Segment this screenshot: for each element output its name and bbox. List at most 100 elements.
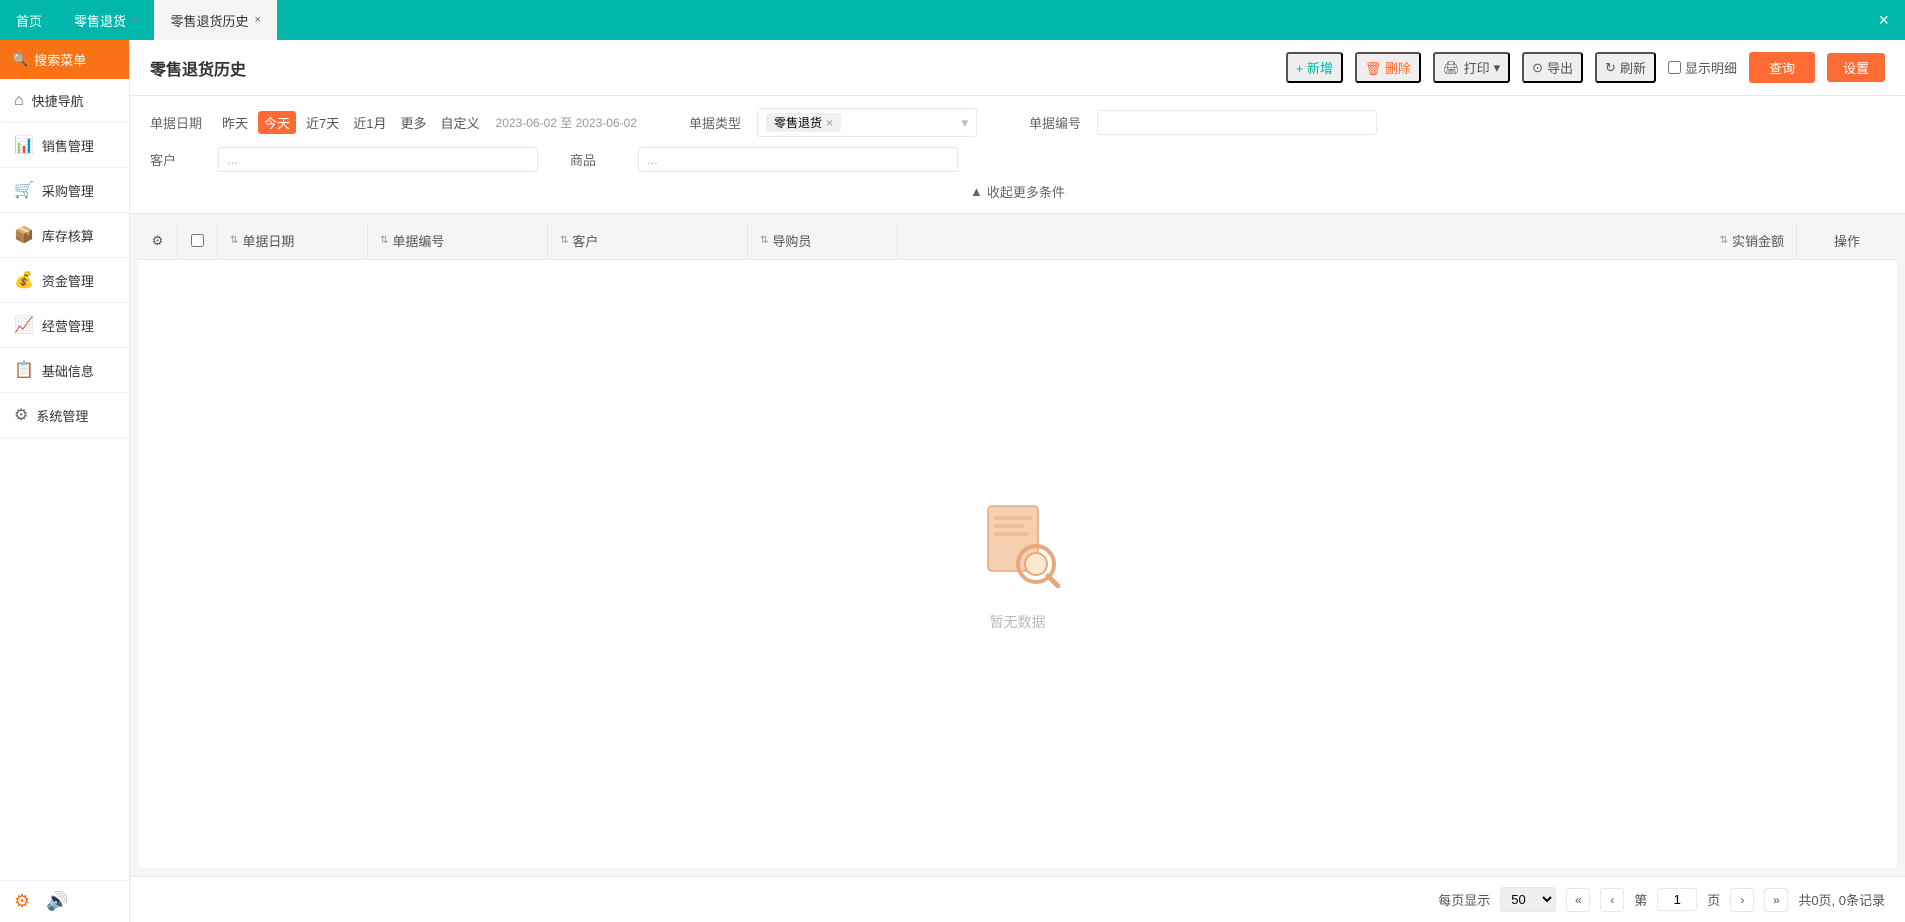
add-button[interactable]: + 新增	[1286, 52, 1343, 83]
th-date-label: 单据日期	[242, 231, 294, 250]
shortcut-today[interactable]: 今天	[258, 111, 296, 134]
export-button[interactable]: ⊙ 导出	[1522, 52, 1583, 83]
purchase-icon: 🛒	[14, 180, 34, 200]
th-ops-label: 操作	[1834, 231, 1860, 250]
collapse-label: 收起更多条件	[987, 182, 1065, 201]
settings-col-icon: ⚙	[152, 233, 164, 249]
page-number-input[interactable]	[1657, 888, 1697, 911]
goods-filter-label: 商品	[570, 150, 626, 169]
customer-placeholder: ...	[227, 152, 238, 167]
delete-button[interactable]: 🗑 删除	[1355, 52, 1421, 83]
sidebar-item-inventory[interactable]: 📦 库存核算	[0, 213, 129, 258]
th-customer-label: 客户	[572, 231, 598, 250]
sales-icon: 📊	[14, 135, 34, 155]
first-page-button[interactable]: «	[1566, 888, 1590, 912]
no-filter-input[interactable]	[1097, 110, 1377, 135]
type-filter-label: 单据类型	[689, 113, 745, 132]
shortcut-7days[interactable]: 近7天	[302, 111, 343, 134]
sort-icon-no: ⇅	[380, 235, 388, 246]
print-dropdown-icon: ▾	[1494, 60, 1501, 76]
export-label: 导出	[1547, 58, 1573, 77]
sidebar-item-operations[interactable]: 📈 经营管理	[0, 303, 129, 348]
settings-gear-icon[interactable]: ⚙	[14, 891, 30, 912]
no-filter-label: 单据编号	[1029, 113, 1085, 132]
sidebar-bottom: ⚙ 🔊	[0, 880, 129, 922]
shortcut-more[interactable]: 更多	[397, 111, 431, 134]
collapse-icon: ▲	[970, 184, 983, 199]
th-no[interactable]: ⇅ 单据编号	[368, 222, 548, 259]
select-all-checkbox[interactable]	[191, 234, 204, 247]
type-tag-remove[interactable]: ×	[826, 116, 833, 130]
settings-button[interactable]: 设置	[1827, 53, 1885, 82]
sidebar-item-basic-info-label: 基础信息	[42, 361, 94, 380]
empty-state: 暂无数据	[138, 260, 1897, 868]
tab-retail-return[interactable]: 零售退货 ×	[58, 0, 154, 40]
refresh-label: 刷新	[1620, 58, 1646, 77]
window-close-button[interactable]: ×	[1862, 10, 1905, 31]
date-range-text: 2023-06-02 至 2023-06-02	[496, 114, 637, 131]
th-settings[interactable]: ⚙	[138, 222, 178, 259]
tab-retail-return-history-label: 零售退货历史	[170, 11, 248, 30]
show-detail-checkbox-label[interactable]: 显示明细	[1668, 58, 1737, 77]
sidebar-item-system[interactable]: ⚙ 系统管理	[0, 393, 129, 438]
sidebar-item-basic-info[interactable]: 📋 基础信息	[0, 348, 129, 393]
volume-icon[interactable]: 🔊	[46, 891, 68, 912]
prev-page-button[interactable]: ‹	[1600, 888, 1624, 912]
date-filter-label: 单据日期	[150, 113, 206, 132]
tab-retail-return-history[interactable]: 零售退货历史 ×	[154, 0, 276, 40]
print-button[interactable]: 🖨 打印 ▾	[1433, 52, 1510, 83]
sidebar-item-purchase[interactable]: 🛒 采购管理	[0, 168, 129, 213]
date-shortcuts: 昨天 今天 近7天 近1月 更多 自定义	[218, 111, 484, 134]
tab-home-label: 首页	[16, 11, 42, 30]
next-page-button[interactable]: ›	[1730, 888, 1754, 912]
th-amount[interactable]: ⇅ 实销金额	[898, 222, 1797, 259]
th-amount-label: 实销金额	[1732, 231, 1784, 250]
collapse-button[interactable]: ▲ 收起更多条件	[970, 182, 1065, 201]
shortcut-1month[interactable]: 近1月	[349, 111, 390, 134]
tab-retail-return-close[interactable]: ×	[132, 14, 138, 26]
sidebar-search-label: 搜索菜单	[34, 50, 86, 69]
tab-home[interactable]: 首页	[0, 0, 58, 40]
filter-row-1: 单据日期 昨天 今天 近7天 近1月 更多 自定义 2023-06-02 至 2…	[150, 108, 1885, 137]
table-area: ⚙ ⇅ 单据日期 ⇅ 单据编号 ⇅ 客户 ⇅	[138, 222, 1897, 868]
sidebar-item-finance-label: 资金管理	[42, 271, 94, 290]
goods-filter-select[interactable]: ...	[638, 147, 958, 172]
page-size-select[interactable]: 20 50 100	[1500, 887, 1556, 912]
sidebar-item-sales[interactable]: 📊 销售管理	[0, 123, 129, 168]
sidebar-search[interactable]: 🔍 搜索菜单	[0, 40, 129, 79]
sort-asc-icon-date: ⇅	[230, 235, 238, 246]
show-detail-checkbox[interactable]	[1668, 61, 1681, 74]
top-bar: 首页 零售退货 × 零售退货历史 × ×	[0, 0, 1905, 40]
sidebar-item-purchase-label: 采购管理	[42, 181, 94, 200]
main-layout: 🔍 搜索菜单 ⌂ 快捷导航 📊 销售管理 🛒 采购管理 📦 库存核算 💰 资金管…	[0, 40, 1905, 922]
th-guide[interactable]: ⇅ 导购员	[748, 222, 898, 259]
goods-placeholder: ...	[647, 152, 658, 167]
th-date[interactable]: ⇅ 单据日期	[218, 222, 368, 259]
page-label-prefix: 第	[1634, 890, 1647, 909]
sidebar-item-quicknav[interactable]: ⌂ 快捷导航	[0, 79, 129, 123]
export-icon: ⊙	[1532, 60, 1543, 76]
tab-retail-return-history-close[interactable]: ×	[254, 14, 260, 26]
customer-filter-select[interactable]: ...	[218, 147, 538, 172]
shortcut-yesterday[interactable]: 昨天	[218, 111, 252, 134]
refresh-button[interactable]: ↻ 刷新	[1595, 52, 1656, 83]
page-size-label: 每页显示	[1438, 890, 1490, 909]
tab-retail-return-label: 零售退货	[74, 11, 126, 30]
basic-info-icon: 📋	[14, 360, 34, 380]
last-page-button[interactable]: »	[1764, 888, 1788, 912]
sidebar-item-finance[interactable]: 💰 资金管理	[0, 258, 129, 303]
type-dropdown-icon: ▾	[961, 115, 968, 131]
content-area: 零售退货历史 + 新增 🗑 删除 🖨 打印 ▾ ⊙ 导出 ↻ 刷新	[130, 40, 1905, 922]
sort-icon-customer: ⇅	[560, 235, 568, 246]
type-filter-select[interactable]: 零售退货 × ▾	[757, 108, 977, 137]
th-check[interactable]	[178, 222, 218, 259]
inventory-icon: 📦	[14, 225, 34, 245]
sidebar-item-sales-label: 销售管理	[42, 136, 94, 155]
filter-area: 单据日期 昨天 今天 近7天 近1月 更多 自定义 2023-06-02 至 2…	[130, 96, 1905, 214]
empty-text: 暂无数据	[990, 612, 1046, 632]
shortcut-custom[interactable]: 自定义	[437, 111, 484, 134]
sort-icon-guide: ⇅	[760, 235, 768, 246]
th-customer[interactable]: ⇅ 客户	[548, 222, 748, 259]
th-no-label: 单据编号	[392, 231, 444, 250]
query-button[interactable]: 查询	[1749, 52, 1815, 83]
